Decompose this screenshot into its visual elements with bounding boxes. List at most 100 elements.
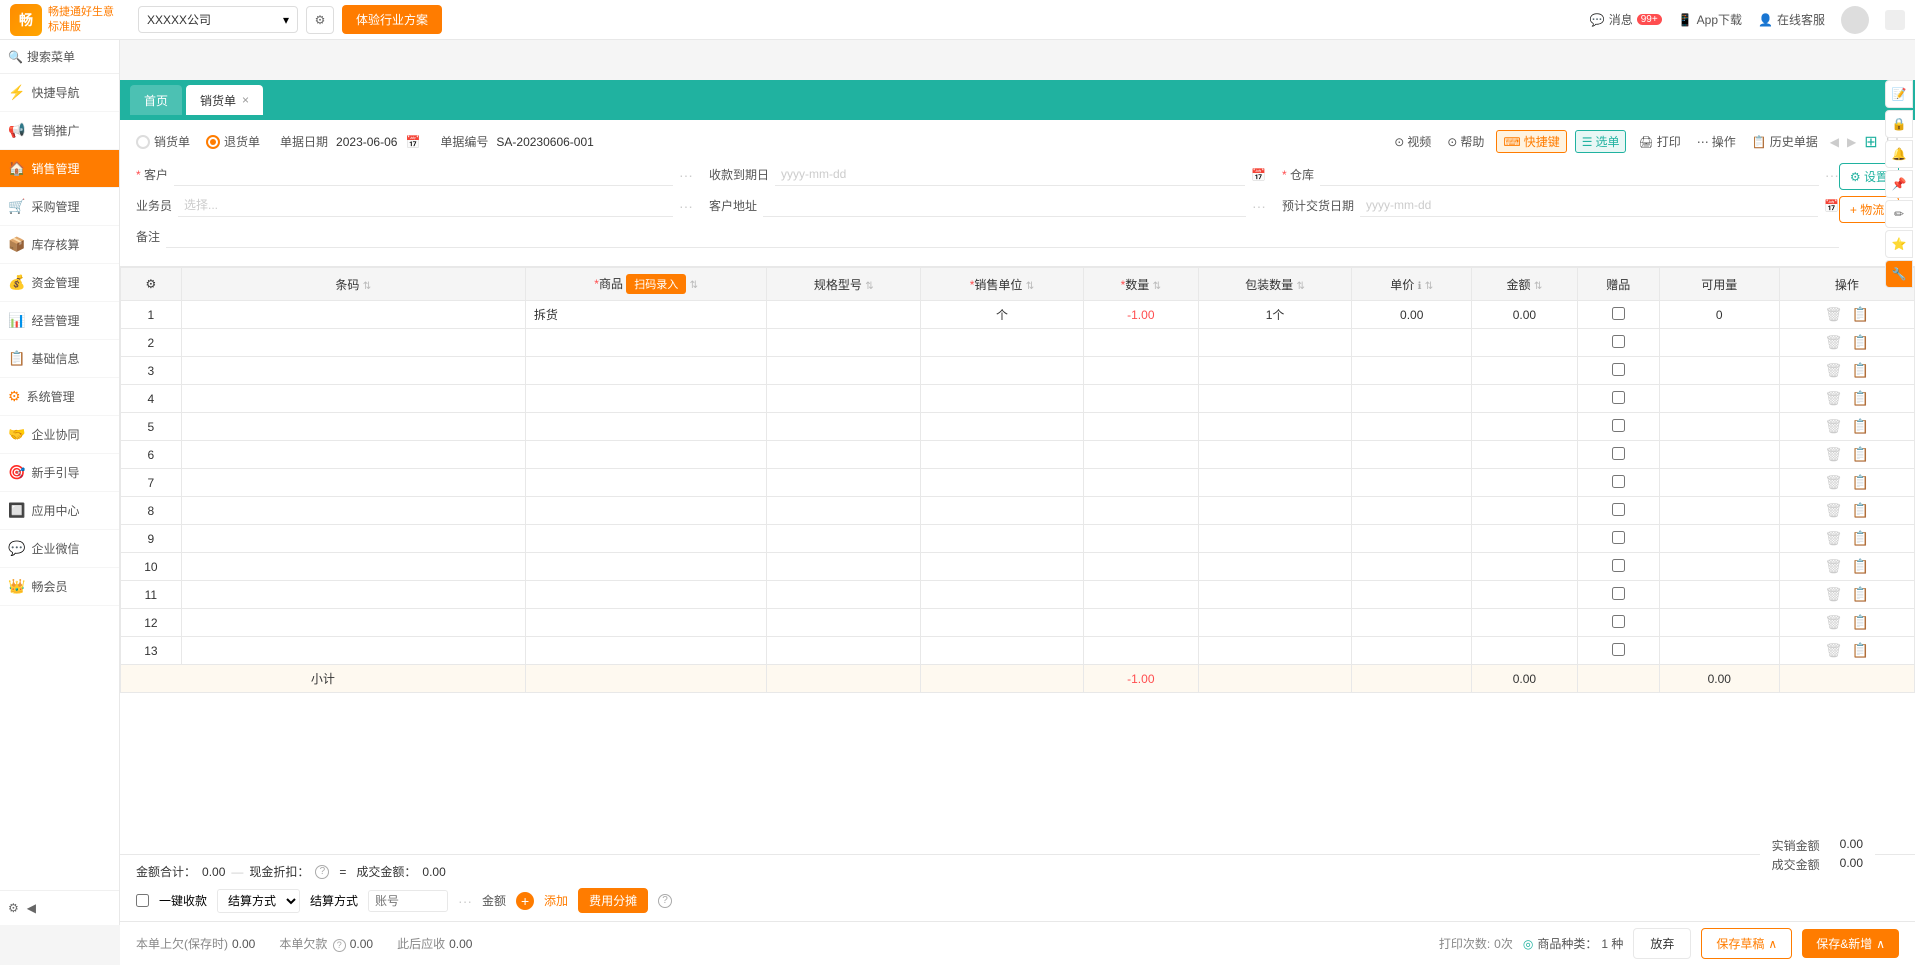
td-qty[interactable] — [1083, 609, 1198, 637]
td-amount[interactable] — [1472, 385, 1578, 413]
td-unit[interactable] — [921, 525, 1084, 553]
td-barcode[interactable] — [181, 301, 525, 329]
online-service-btn[interactable]: 👤 在线客服 — [1758, 11, 1825, 28]
trial-button[interactable]: 体验行业方案 — [342, 5, 442, 34]
company-selector[interactable]: XXXXX公司 ▾ — [138, 6, 298, 33]
td-pkg-qty[interactable] — [1198, 525, 1352, 553]
nav-prev-icon[interactable]: ◀ — [1830, 135, 1839, 149]
delete-icon[interactable]: 🗑 — [1825, 362, 1843, 378]
td-unit[interactable] — [921, 469, 1084, 497]
delete-icon[interactable]: 🗑 — [1825, 306, 1843, 322]
sidebar-item-guide[interactable]: 🎯 新手引导 — [0, 454, 119, 492]
copy-icon[interactable]: 📋 — [1852, 446, 1869, 462]
delete-icon[interactable]: 🗑 — [1825, 502, 1843, 518]
td-product[interactable] — [525, 441, 767, 469]
sidebar-settings-icon[interactable]: ⚙ — [8, 901, 19, 915]
account-input[interactable] — [368, 890, 448, 912]
copy-icon[interactable]: 📋 — [1852, 418, 1869, 434]
td-spec[interactable] — [767, 301, 921, 329]
td-gift[interactable] — [1577, 441, 1659, 469]
td-gift[interactable] — [1577, 525, 1659, 553]
radio-sales-order[interactable]: 销货单 — [136, 133, 190, 150]
account-dots[interactable]: ··· — [458, 893, 472, 909]
delete-icon[interactable]: 🗑 — [1825, 474, 1843, 490]
delete-icon[interactable]: 🗑 — [1825, 418, 1843, 434]
td-product[interactable] — [525, 329, 767, 357]
td-product[interactable] — [525, 357, 767, 385]
td-amount[interactable] — [1472, 553, 1578, 581]
print-btn[interactable]: 🖨 打印 — [1634, 131, 1684, 152]
td-unit[interactable] — [921, 637, 1084, 665]
td-product[interactable] — [525, 469, 767, 497]
fee-allocation-btn[interactable]: 费用分摊 — [578, 888, 648, 913]
due-date-input[interactable] — [775, 163, 1245, 186]
copy-icon[interactable]: 📋 — [1852, 586, 1869, 602]
salesperson-dots[interactable]: ··· — [679, 198, 693, 214]
radio-return-order[interactable]: 退货单 — [206, 133, 260, 150]
sidebar-item-apps[interactable]: 🔲 应用中心 — [0, 492, 119, 530]
td-pkg-qty[interactable] — [1198, 385, 1352, 413]
tab-close-icon[interactable]: × — [242, 93, 249, 107]
td-unit[interactable] — [921, 385, 1084, 413]
copy-icon[interactable]: 📋 — [1852, 390, 1869, 406]
td-product[interactable] — [525, 385, 767, 413]
td-pkg-qty[interactable] — [1198, 553, 1352, 581]
history-btn[interactable]: 📋 历史单据 — [1748, 131, 1822, 152]
td-amount[interactable] — [1472, 637, 1578, 665]
td-spec[interactable] — [767, 385, 921, 413]
help-btn[interactable]: ⊙ 帮助 — [1443, 131, 1488, 152]
user-avatar[interactable] — [1841, 6, 1869, 34]
sidebar-item-member[interactable]: 👑 畅会员 — [0, 568, 119, 606]
sidebar-item-wechat[interactable]: 💬 企业微信 — [0, 530, 119, 568]
td-pkg-qty[interactable] — [1198, 581, 1352, 609]
sidebar-item-finance[interactable]: 💰 资金管理 — [0, 264, 119, 302]
expected-date-calendar-icon[interactable]: 📅 — [1824, 199, 1839, 213]
sidebar-item-system[interactable]: ⚙ 系统管理 — [0, 378, 119, 416]
sidebar-collapse-icon[interactable]: ◀ — [27, 901, 36, 915]
customer-dots[interactable]: ··· — [679, 167, 693, 183]
sidebar-search[interactable]: 🔍 搜索菜单 — [0, 40, 119, 74]
delete-icon[interactable]: 🗑 — [1825, 614, 1843, 630]
delete-icon[interactable]: 🗑 — [1825, 530, 1843, 546]
td-price[interactable] — [1352, 329, 1472, 357]
copy-icon[interactable]: 📋 — [1852, 474, 1869, 490]
td-barcode[interactable] — [181, 469, 525, 497]
td-spec[interactable] — [767, 581, 921, 609]
td-barcode[interactable] — [181, 525, 525, 553]
select-btn[interactable]: ☰ 选单 — [1575, 130, 1627, 153]
td-spec[interactable] — [767, 441, 921, 469]
customer-input[interactable] — [174, 163, 673, 186]
save-draft-button[interactable]: 保存草稿 ∧ — [1701, 928, 1792, 959]
discard-button[interactable]: 放弃 — [1633, 928, 1691, 959]
nav-next-icon[interactable]: ▶ — [1847, 135, 1856, 149]
td-spec[interactable] — [767, 469, 921, 497]
td-amount[interactable]: 0.00 — [1472, 301, 1578, 329]
td-qty[interactable] — [1083, 469, 1198, 497]
sidebar-item-purchase[interactable]: 🛒 采购管理 — [0, 188, 119, 226]
td-pkg-qty[interactable] — [1198, 609, 1352, 637]
td-price[interactable] — [1352, 525, 1472, 553]
td-barcode[interactable] — [181, 637, 525, 665]
td-barcode[interactable] — [181, 385, 525, 413]
td-gift[interactable] — [1577, 553, 1659, 581]
td-unit[interactable] — [921, 553, 1084, 581]
td-spec[interactable] — [767, 553, 921, 581]
delete-icon[interactable]: 🗑 — [1825, 642, 1843, 658]
td-qty[interactable] — [1083, 497, 1198, 525]
td-product[interactable] — [525, 637, 767, 665]
td-gift[interactable] — [1577, 413, 1659, 441]
tab-sales-order[interactable]: 销货单 × — [186, 85, 263, 115]
td-amount[interactable] — [1472, 609, 1578, 637]
td-barcode[interactable] — [181, 497, 525, 525]
td-amount[interactable] — [1472, 413, 1578, 441]
td-gift[interactable] — [1577, 357, 1659, 385]
right-panel-btn-7[interactable]: 🔧 — [1885, 260, 1913, 288]
td-qty[interactable]: -1.00 — [1083, 301, 1198, 329]
td-spec[interactable] — [767, 497, 921, 525]
td-qty[interactable] — [1083, 441, 1198, 469]
td-product[interactable] — [525, 497, 767, 525]
td-spec[interactable] — [767, 329, 921, 357]
td-pkg-qty[interactable] — [1198, 469, 1352, 497]
td-pkg-qty[interactable] — [1198, 637, 1352, 665]
td-unit[interactable] — [921, 329, 1084, 357]
